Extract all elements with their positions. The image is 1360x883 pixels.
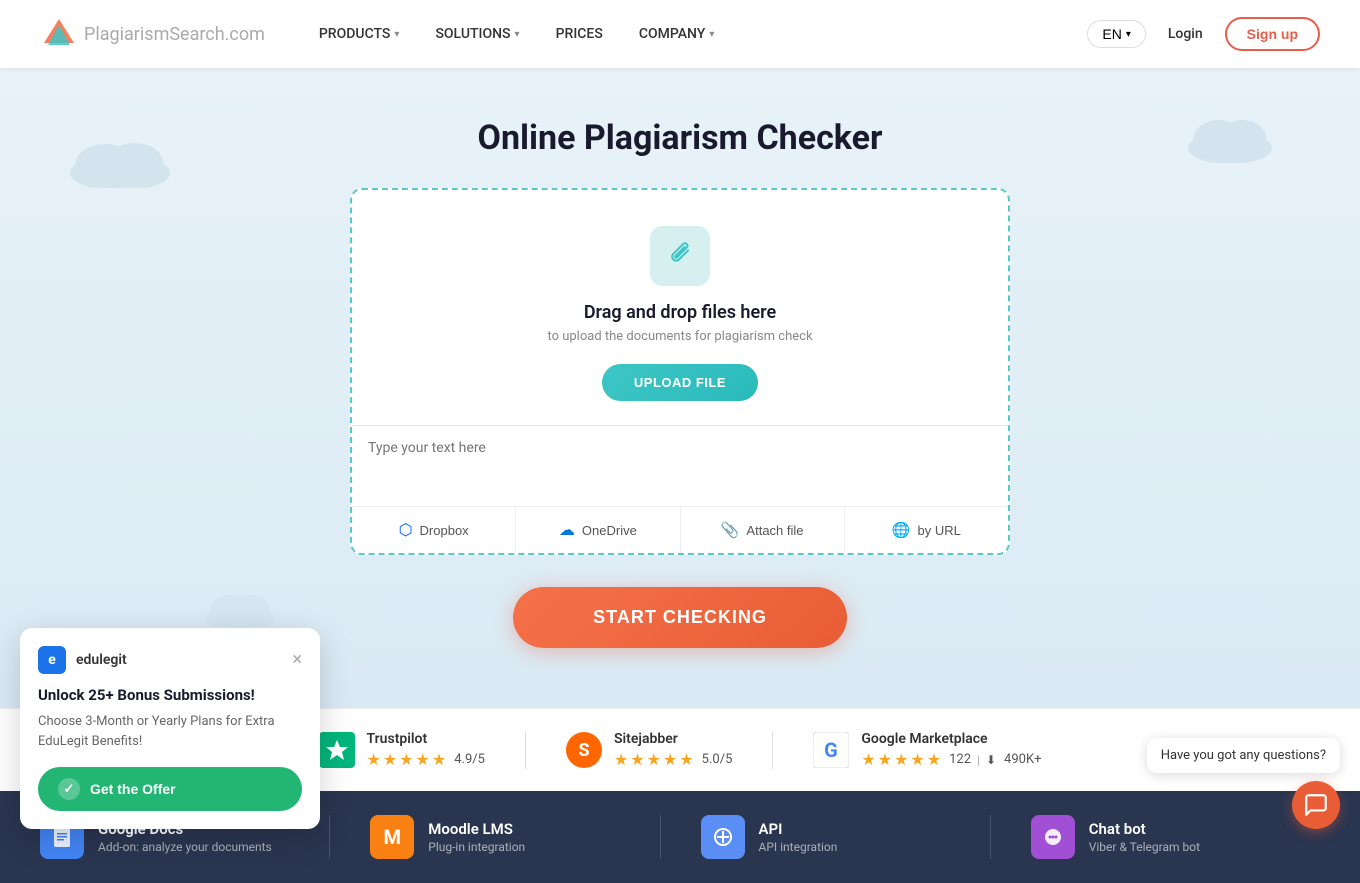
edulegit-popup: e edulegit × Unlock 25+ Bonus Submission… — [20, 628, 320, 829]
sitejabber-stars: ★ ★ ★ ★ ★ 5.0/5 — [614, 750, 732, 769]
moodle-name: Moodle LMS — [428, 820, 525, 838]
chatbot-desc: Viber & Telegram bot — [1089, 840, 1200, 854]
dropbox-icon: ⬡ — [399, 520, 413, 540]
popup-close-button[interactable]: × — [292, 651, 302, 669]
page-title: Online Plagiarism Checker — [478, 118, 883, 158]
trustpilot-score: 4.9/5 — [454, 752, 485, 767]
chevron-down-icon: ▾ — [1126, 29, 1131, 40]
moodle-desc: Plug-in integration — [428, 840, 525, 854]
upload-file-button[interactable]: UPLOAD FILE — [602, 364, 758, 401]
cloud-decoration-2 — [1180, 108, 1280, 163]
trustpilot-name: Trustpilot — [367, 731, 485, 747]
onedrive-icon: ☁ — [559, 520, 575, 540]
drop-subtitle: to upload the documents for plagiarism c… — [547, 329, 812, 344]
chat-icon — [1303, 792, 1329, 818]
google-downloads: ⬇ — [986, 753, 996, 767]
chatbot-icon — [1031, 815, 1075, 859]
navbar: PlagiarismSearch.com PRODUCTS ▾ SOLUTION… — [0, 0, 1360, 68]
sitejabber-name: Sitejabber — [614, 731, 732, 747]
dropbox-button[interactable]: ⬡ Dropbox — [352, 507, 516, 553]
logo[interactable]: PlagiarismSearch.com — [40, 15, 265, 53]
integration-api[interactable]: API API integration — [661, 815, 991, 859]
language-selector[interactable]: EN ▾ — [1087, 20, 1145, 48]
google-downloads-count: 490K+ — [1004, 752, 1041, 767]
chat-message: Have you got any questions? — [1147, 738, 1340, 773]
chevron-down-icon: ▾ — [515, 29, 520, 40]
check-icon: ✓ — [58, 778, 80, 800]
google-rating: G Google Marketplace ★ ★ ★ ★ ★ 122 | ⬇ 4… — [773, 731, 1081, 769]
checker-box: Drag and drop files here to upload the d… — [350, 188, 1010, 555]
nav-prices[interactable]: PRICES — [542, 18, 617, 50]
text-input[interactable] — [352, 426, 1008, 502]
sitejabber-icon: S — [566, 732, 602, 768]
google-stars: ★ ★ ★ ★ ★ 122 | ⬇ 490K+ — [861, 750, 1041, 769]
popup-brand: edulegit — [76, 652, 127, 668]
chat-open-button[interactable] — [1292, 781, 1340, 829]
source-buttons: ⬡ Dropbox ☁ OneDrive 📎 Attach file 🌐 by … — [352, 506, 1008, 553]
upload-icon-wrap — [650, 226, 710, 286]
nav-products[interactable]: PRODUCTS ▾ — [305, 18, 414, 50]
attach-file-button[interactable]: 📎 Attach file — [681, 507, 845, 553]
logo-icon — [40, 15, 78, 53]
popup-title: Unlock 25+ Bonus Submissions! — [38, 686, 302, 704]
text-input-area — [352, 426, 1008, 506]
chat-bubble: Have you got any questions? — [1147, 738, 1340, 829]
hero-section: Online Plagiarism Checker Drag and drop … — [0, 68, 1360, 708]
sitejabber-rating: S Sitejabber ★ ★ ★ ★ ★ 5.0/5 — [526, 731, 773, 769]
popup-logo: e — [38, 646, 66, 674]
logo-text: PlagiarismSearch.com — [84, 24, 265, 45]
drop-title: Drag and drop files here — [584, 302, 776, 323]
drop-zone[interactable]: Drag and drop files here to upload the d… — [352, 190, 1008, 426]
google-review-count: 122 — [949, 752, 971, 767]
sitejabber-score: 5.0/5 — [702, 752, 733, 767]
trustpilot-stars: ★ ★ ★ ★ ★ 4.9/5 — [367, 750, 485, 769]
chevron-down-icon: ▾ — [394, 29, 399, 40]
start-checking-button[interactable]: START CHECKING — [513, 587, 847, 648]
google-docs-desc: Add-on: analyze your documents — [98, 840, 272, 854]
trustpilot-icon — [319, 732, 355, 768]
api-icon — [701, 815, 745, 859]
cloud-decoration — [60, 128, 180, 188]
svg-text:S: S — [578, 740, 589, 761]
nav-links: PRODUCTS ▾ SOLUTIONS ▾ PRICES COMPANY ▾ — [305, 18, 1088, 50]
chevron-down-icon: ▾ — [709, 29, 714, 40]
moodle-icon: M — [370, 815, 414, 859]
nav-solutions[interactable]: SOLUTIONS ▾ — [421, 18, 533, 50]
signup-button[interactable]: Sign up — [1225, 17, 1320, 51]
popup-description: Choose 3-Month or Yearly Plans for Extra… — [38, 712, 302, 751]
onedrive-button[interactable]: ☁ OneDrive — [516, 507, 680, 553]
by-url-button[interactable]: 🌐 by URL — [845, 507, 1008, 553]
url-icon: 🌐 — [892, 521, 911, 539]
api-desc: API integration — [759, 840, 838, 854]
svg-text:G: G — [825, 738, 839, 762]
integration-moodle[interactable]: M Moodle LMS Plug-in integration — [330, 815, 660, 859]
get-offer-button[interactable]: ✓ Get the Offer — [38, 767, 302, 811]
api-name: API — [759, 820, 838, 838]
attach-icon: 📎 — [721, 521, 740, 539]
login-button[interactable]: Login — [1158, 21, 1213, 47]
paperclip-icon — [666, 242, 694, 270]
cloud-decoration-3 — [200, 583, 280, 628]
nav-company[interactable]: COMPANY ▾ — [625, 18, 729, 50]
google-icon: G — [813, 732, 849, 768]
nav-right: EN ▾ Login Sign up — [1087, 17, 1320, 51]
google-name: Google Marketplace — [861, 731, 1041, 747]
